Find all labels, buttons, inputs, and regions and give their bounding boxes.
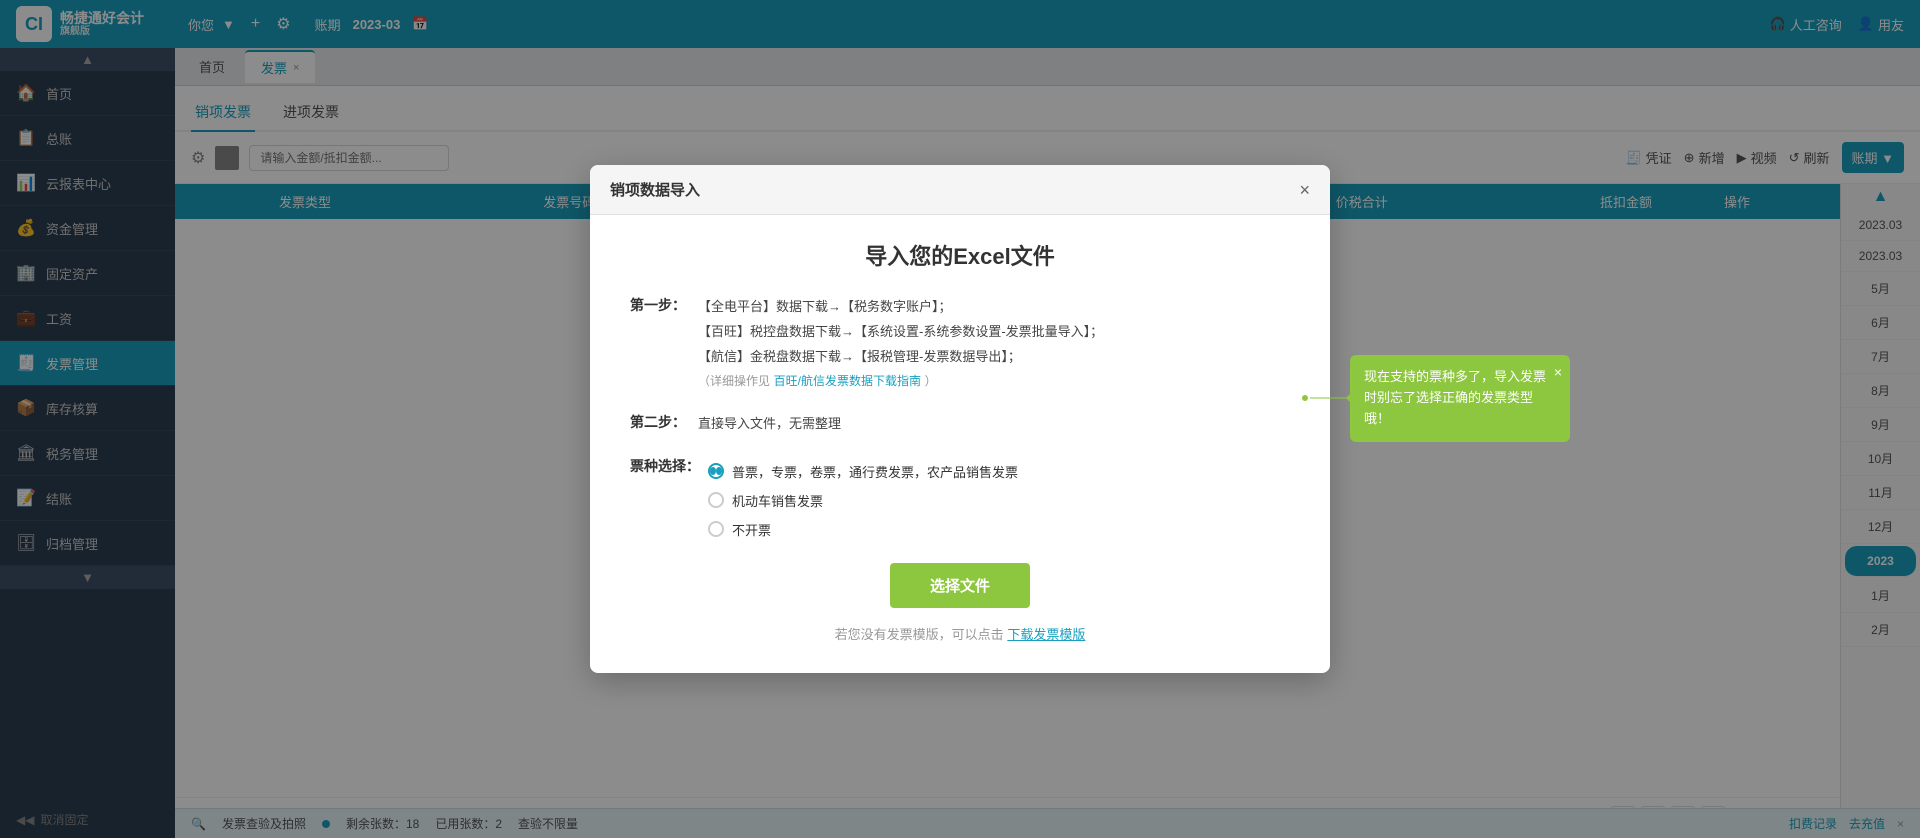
tooltip-close-btn[interactable]: × — [1554, 361, 1562, 383]
tooltip-text: 现在支持的票种多了，导入发票时别忘了选择正确的发票类型哦！ — [1364, 369, 1546, 426]
radio-none-label: 不开票 — [732, 520, 771, 539]
modal-footer: 若您没有发票模版，可以点击 下载发票模版 — [630, 624, 1290, 643]
step2-label: 第二步： — [630, 412, 686, 432]
modal-body: 导入您的Excel文件 第一步： 【全电平台】数据下载→【税务数字账户】； 【百… — [590, 215, 1330, 673]
radio-motor-circle[interactable] — [708, 492, 724, 508]
radio-group: 普票，专票，卷票，通行费发票，农产品销售发票 机动车销售发票 不开票 — [708, 462, 1018, 539]
radio-motor-label: 机动车销售发票 — [732, 491, 823, 510]
step1-section: 第一步： 【全电平台】数据下载→【税务数字账户】； 【百旺】税控盘数据下载→【系… — [630, 295, 1290, 394]
modal-overlay[interactable]: 销项数据导入 × 导入您的Excel文件 第一步： 【全电平台】数据下载→【税务… — [0, 0, 1920, 838]
download-template-link[interactable]: 下载发票模版 — [1007, 627, 1085, 642]
ticket-section: 票种选择： 普票，专票，卷票，通行费发票，农产品销售发票 机动车销售发票 — [630, 456, 1290, 539]
radio-none[interactable]: 不开票 — [708, 520, 1018, 539]
step1-note-row: （详细操作见 百旺/航信发票数据下载指南 ） — [698, 369, 1103, 394]
footer-note-text: 若您没有发票模版，可以点击 — [835, 627, 1004, 642]
step1-line-0: 【全电平台】数据下载→【税务数字账户】； — [698, 295, 1103, 320]
modal-close-btn[interactable]: × — [1299, 181, 1310, 199]
modal-dialog: 销项数据导入 × 导入您的Excel文件 第一步： 【全电平台】数据下载→【税务… — [590, 165, 1330, 673]
step1-note-end: ） — [925, 374, 937, 388]
step2-section: 第二步： 直接导入文件，无需整理 — [630, 412, 1290, 438]
step1-line-2: 【航信】金税盘数据下载→【报税管理-发票数据导出】； — [698, 345, 1103, 370]
tooltip-dot — [1300, 393, 1310, 403]
modal-header: 销项数据导入 × — [590, 165, 1330, 215]
tooltip-bubble: × 现在支持的票种多了，导入发票时别忘了选择正确的发票类型哦！ — [1350, 355, 1570, 441]
step2-content: 直接导入文件，无需整理 — [694, 412, 841, 438]
step1-link[interactable]: 百旺/航信发票数据下载指南 — [774, 374, 921, 388]
radio-motor[interactable]: 机动车销售发票 — [708, 491, 1018, 510]
radio-normal-label: 普票，专票，卷票，通行费发票，农产品销售发票 — [732, 462, 1018, 481]
step1-label: 第一步： — [630, 295, 686, 388]
step1-note: （详细操作见 — [698, 374, 770, 388]
tooltip-line — [1306, 398, 1350, 399]
step1-content: 【全电平台】数据下载→【税务数字账户】； 【百旺】税控盘数据下载→【系统设置-系… — [694, 295, 1103, 394]
modal-main-title: 导入您的Excel文件 — [630, 239, 1290, 271]
radio-none-circle[interactable] — [708, 521, 724, 537]
radio-normal[interactable]: 普票，专票，卷票，通行费发票，农产品销售发票 — [708, 462, 1018, 481]
ticket-label: 票种选择： — [630, 456, 700, 476]
modal-title: 销项数据导入 — [610, 179, 700, 200]
radio-normal-circle[interactable] — [708, 463, 724, 479]
select-file-btn[interactable]: 选择文件 — [890, 563, 1030, 608]
step1-line-1: 【百旺】税控盘数据下载→【系统设置-系统参数设置-发票批量导入】； — [698, 320, 1103, 345]
